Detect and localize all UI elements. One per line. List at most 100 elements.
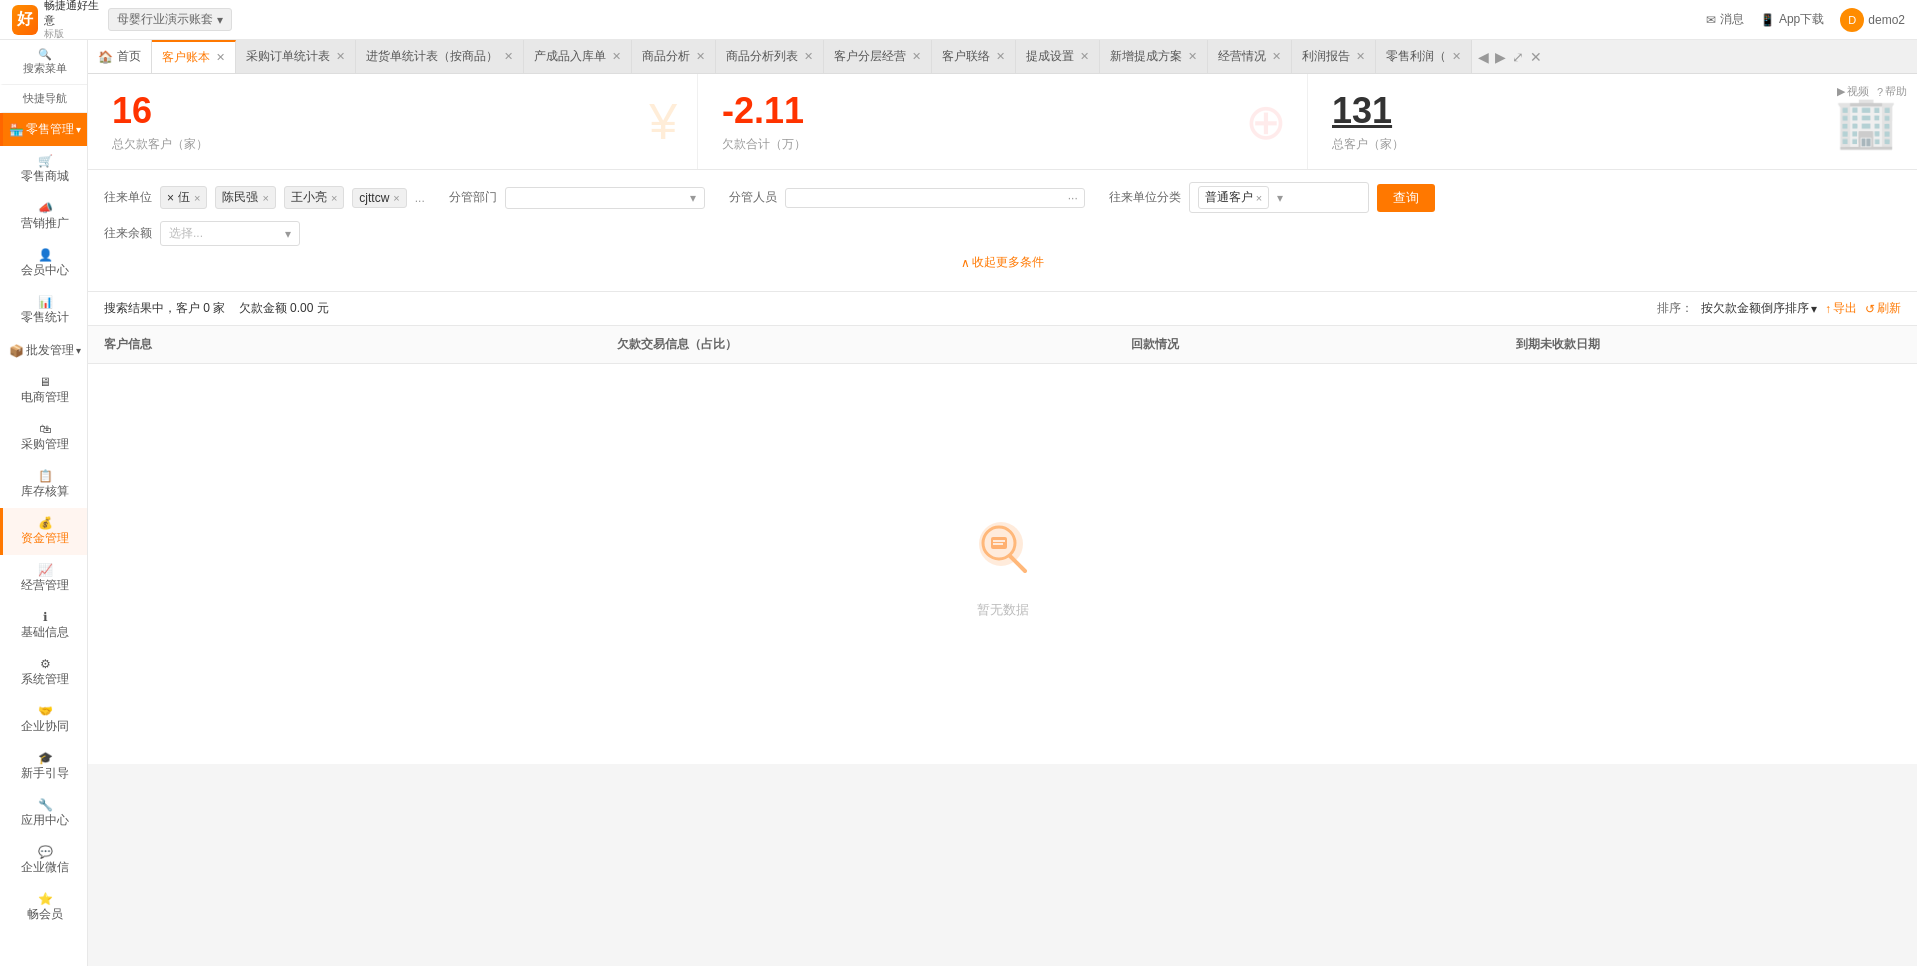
logo-area: 好 畅捷通好生意 标版 bbox=[12, 0, 100, 41]
sidebar-item-enterprise-wechat[interactable]: 💬 企业微信 bbox=[0, 837, 87, 884]
top-bar: 好 畅捷通好生意 标版 母婴行业演示账套 ▾ ✉ 消息 📱 App下载 D de… bbox=[0, 0, 1917, 40]
user-area[interactable]: D demo2 bbox=[1840, 8, 1905, 32]
sidebar-item-vip[interactable]: ⭐ 畅会员 bbox=[0, 884, 87, 931]
remove-unit-tag-wu[interactable]: × bbox=[194, 192, 200, 204]
refresh-btn[interactable]: ↺ 刷新 bbox=[1865, 300, 1901, 317]
sidebar-item-system[interactable]: ⚙ 系统管理 bbox=[0, 649, 87, 696]
tab-next-arrow[interactable]: ▶ bbox=[1493, 47, 1508, 67]
search-icon: 🔍 bbox=[38, 48, 52, 61]
balance-select[interactable]: 选择... ▾ bbox=[160, 221, 300, 246]
close-tab-business-status[interactable]: ✕ bbox=[1272, 50, 1281, 63]
remove-unit-tag-chen[interactable]: × bbox=[262, 192, 268, 204]
sidebar-item-wholesale[interactable]: 📦 批发管理 ▾ bbox=[0, 334, 87, 367]
table-header: 客户信息 欠款交易信息（占比） 回款情况 到期未收款日期 bbox=[88, 326, 1917, 364]
tab-promote-settings[interactable]: 提成设置 ✕ bbox=[1016, 40, 1100, 74]
sidebar-item-enterprise-coop[interactable]: 🤝 企业协同 bbox=[0, 696, 87, 743]
balance-label: 往来余额 bbox=[104, 225, 152, 242]
sort-label: 排序： bbox=[1657, 300, 1693, 317]
filter-area: 往来单位 × 伍 × 陈民强 × 王小亮 × cjtt bbox=[88, 170, 1917, 292]
basic-icon: ℹ bbox=[43, 610, 48, 624]
classify-tag-normal: 普通客户 × bbox=[1198, 186, 1269, 209]
tab-new-promote[interactable]: 新增提成方案 ✕ bbox=[1100, 40, 1208, 74]
stat-total-customers-label: 总客户（家） bbox=[1332, 136, 1404, 153]
sort-select[interactable]: 按欠款金额倒序排序 ▾ bbox=[1701, 300, 1817, 317]
close-tab-promote-settings[interactable]: ✕ bbox=[1080, 50, 1089, 63]
account-dropdown[interactable]: 母婴行业演示账套 ▾ bbox=[108, 8, 232, 31]
tab-customer-cost[interactable]: 客户账本 ✕ bbox=[152, 40, 236, 74]
close-tab-inbound-stats[interactable]: ✕ bbox=[504, 50, 513, 63]
close-tab-new-promote[interactable]: ✕ bbox=[1188, 50, 1197, 63]
sidebar-item-business[interactable]: 📈 经营管理 bbox=[0, 555, 87, 602]
export-btn[interactable]: ↑ 导出 bbox=[1825, 300, 1857, 317]
message-btn[interactable]: ✉ 消息 bbox=[1706, 11, 1744, 28]
close-tab-customer-segment[interactable]: ✕ bbox=[912, 50, 921, 63]
tab-inbound-stats[interactable]: 进货单统计表（按商品） ✕ bbox=[356, 40, 524, 74]
tab-product-inbound[interactable]: 产成品入库单 ✕ bbox=[524, 40, 632, 74]
dept-select[interactable]: ▾ bbox=[505, 187, 705, 209]
tab-retail-profit[interactable]: 零售利润（ ✕ bbox=[1376, 40, 1472, 74]
tab-home[interactable]: 🏠 首页 bbox=[88, 40, 152, 74]
tab-product-analysis[interactable]: 商品分析 ✕ bbox=[632, 40, 716, 74]
sidebar: 🔍 搜索菜单 快捷导航 🏪 零售管理 ▾ 🛒 零售商城 📣 营销推广 👤 会员中… bbox=[0, 40, 88, 966]
empty-text: 暂无数据 bbox=[977, 601, 1029, 619]
close-tab-purchase-order[interactable]: ✕ bbox=[336, 50, 345, 63]
sidebar-search[interactable]: 🔍 搜索菜单 bbox=[0, 40, 87, 85]
sidebar-item-purchase[interactable]: 🛍 采购管理 bbox=[0, 414, 87, 461]
sidebar-item-new-guide[interactable]: 🎓 新手引导 bbox=[0, 743, 87, 790]
remove-unit-tag-cj[interactable]: × bbox=[393, 192, 399, 204]
export-icon: ↑ bbox=[1825, 302, 1831, 316]
close-tab-retail-profit[interactable]: ✕ bbox=[1452, 50, 1461, 63]
sidebar-item-basic[interactable]: ℹ 基础信息 bbox=[0, 602, 87, 649]
tab-product-analysis-list[interactable]: 商品分析列表 ✕ bbox=[716, 40, 824, 74]
close-tab-profit-report[interactable]: ✕ bbox=[1356, 50, 1365, 63]
collapse-btn[interactable]: ∧ 收起更多条件 bbox=[961, 254, 1044, 271]
tab-profit-report[interactable]: 利润报告 ✕ bbox=[1292, 40, 1376, 74]
unit-class-select[interactable]: 普通客户 × ▾ bbox=[1189, 182, 1369, 213]
staff-more-dots: ··· bbox=[1068, 191, 1078, 205]
tab-purchase-order[interactable]: 采购订单统计表 ✕ bbox=[236, 40, 356, 74]
top-bar-left: 好 畅捷通好生意 标版 母婴行业演示账套 ▾ bbox=[12, 0, 232, 41]
tab-maximize[interactable]: ⤢ bbox=[1510, 47, 1526, 67]
guide-icon: 🎓 bbox=[38, 751, 53, 765]
sidebar-item-member[interactable]: 👤 会员中心 bbox=[0, 240, 87, 287]
sidebar-item-retail-stats[interactable]: 📊 零售统计 bbox=[0, 287, 87, 334]
logo-icon: 好 bbox=[12, 5, 38, 35]
close-tab-product-analysis[interactable]: ✕ bbox=[696, 50, 705, 63]
stats-icon: 📊 bbox=[38, 295, 53, 309]
wholesale-icon: 📦 bbox=[9, 344, 24, 358]
help-btn[interactable]: ? 帮助 bbox=[1877, 84, 1907, 99]
app-download-btn[interactable]: 📱 App下载 bbox=[1760, 11, 1824, 28]
close-tab-customer-cost[interactable]: ✕ bbox=[216, 51, 225, 64]
tab-prev-arrow[interactable]: ◀ bbox=[1476, 47, 1491, 67]
remove-classify-tag[interactable]: × bbox=[1256, 192, 1262, 204]
sidebar-item-ecommerce[interactable]: 🖥 电商管理 bbox=[0, 367, 87, 414]
staff-input[interactable]: ··· bbox=[785, 188, 1085, 208]
unit-more-btn[interactable]: ... bbox=[415, 191, 425, 205]
query-button[interactable]: 查询 bbox=[1377, 184, 1435, 212]
stat-item-debt-customers: ¥ 16 总欠款客户（家） bbox=[88, 74, 698, 169]
stat-bg-icon-1: ¥ bbox=[649, 93, 677, 151]
sidebar-item-app-center[interactable]: 🔧 应用中心 bbox=[0, 790, 87, 837]
avatar: D bbox=[1840, 8, 1864, 32]
close-tab-customer-contact[interactable]: ✕ bbox=[996, 50, 1005, 63]
stat-item-total-customers: 🏢 131 总客户（家） ▶ 视频 ? 帮助 bbox=[1308, 74, 1917, 169]
video-btn[interactable]: ▶ 视频 bbox=[1837, 84, 1869, 99]
close-tab-product-analysis-list[interactable]: ✕ bbox=[804, 50, 813, 63]
remove-unit-tag-wang[interactable]: × bbox=[331, 192, 337, 204]
sidebar-item-finance[interactable]: 💰 资金管理 bbox=[0, 508, 87, 555]
sidebar-item-inventory[interactable]: 📋 库存核算 bbox=[0, 461, 87, 508]
ecommerce-icon: 🖥 bbox=[39, 375, 51, 389]
sidebar-item-retail-store[interactable]: 🛒 零售商城 bbox=[0, 146, 87, 193]
filter-row-2: 往来余额 选择... ▾ bbox=[104, 221, 1901, 246]
sidebar-quick-nav[interactable]: 快捷导航 bbox=[0, 85, 87, 113]
stat-bg-icon-3: 🏢 bbox=[1835, 93, 1897, 151]
sidebar-item-retail-mgmt[interactable]: 🏪 零售管理 ▾ bbox=[0, 113, 87, 146]
tab-customer-contact[interactable]: 客户联络 ✕ bbox=[932, 40, 1016, 74]
close-tab-product-inbound[interactable]: ✕ bbox=[612, 50, 621, 63]
tab-close-all[interactable]: ✕ bbox=[1528, 47, 1544, 67]
tab-customer-segment[interactable]: 客户分层经营 ✕ bbox=[824, 40, 932, 74]
sidebar-item-marketing[interactable]: 📣 营销推广 bbox=[0, 193, 87, 240]
filter-tag-wang: 王小亮 × bbox=[284, 186, 344, 209]
tab-business-status[interactable]: 经营情况 ✕ bbox=[1208, 40, 1292, 74]
sort-arrow: ▾ bbox=[1811, 302, 1817, 316]
